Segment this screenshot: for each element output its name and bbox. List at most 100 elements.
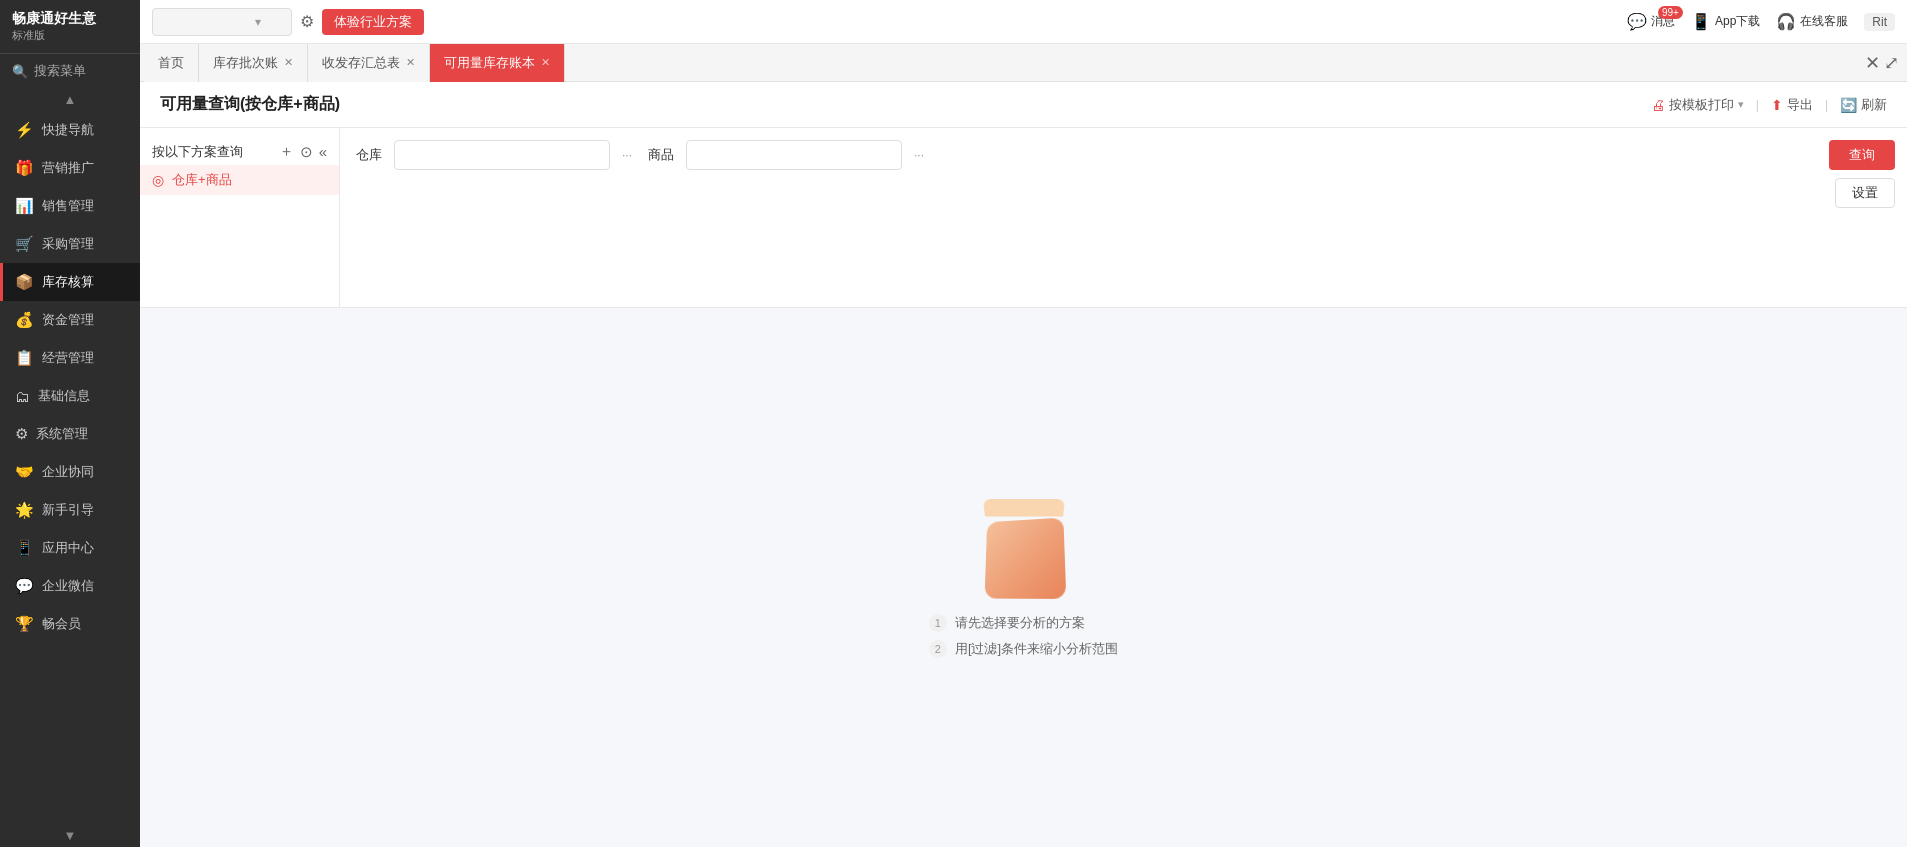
empty-tip-1-text: 请先选择要分析的方案 <box>955 614 1085 632</box>
sidebar-item-basic-info[interactable]: 🗂基础信息 <box>0 377 140 415</box>
user-menu[interactable]: Rit <box>1864 13 1895 31</box>
tab-collect-summary[interactable]: 收发存汇总表 ✕ <box>308 44 430 82</box>
wechat-icon: 💬 <box>15 577 34 595</box>
tab-label: 库存批次账 <box>213 54 278 72</box>
sidebar-item-system[interactable]: ⚙系统管理 <box>0 415 140 453</box>
sidebar-item-finance[interactable]: 💰资金管理 <box>0 301 140 339</box>
empty-illustration <box>974 498 1074 598</box>
sidebar-logo: 畅康通好生意 标准版 <box>0 0 140 54</box>
maximize-btn[interactable]: ⤢ <box>1884 52 1899 74</box>
tabs-bar: 首页库存批次账✕收发存汇总表✕可用量库存账本✕ ✕ ⤢ <box>140 44 1907 82</box>
app-download-label: App下载 <box>1715 13 1760 30</box>
sidebar-item-inventory[interactable]: 📦库存核算 <box>0 263 140 301</box>
sidebar-item-sales[interactable]: 📊 销售管理 <box>0 187 140 225</box>
tab-close-btn[interactable]: ✕ <box>406 56 415 69</box>
nav-item-label: 销售管理 <box>42 197 94 215</box>
basic-info-icon: 🗂 <box>15 388 30 405</box>
page-title: 可用量查询(按仓库+商品) <box>160 94 340 115</box>
query-settings-button[interactable]: 设置 <box>1835 178 1895 208</box>
scheme-icon: ◎ <box>152 172 164 188</box>
scheme-item-label: 仓库+商品 <box>172 171 232 189</box>
tab-home[interactable]: 首页 <box>144 44 199 82</box>
close-all-tabs-btn[interactable]: ✕ <box>1865 52 1880 74</box>
sidebar-scroll-up[interactable]: ▲ <box>0 88 140 111</box>
nav-item-label: 采购管理 <box>42 235 94 253</box>
sidebar-item-app-center[interactable]: 📱应用中心 <box>0 529 140 567</box>
query-btn-area: 查询 设置 <box>1817 128 1907 307</box>
topbar-search-wrap[interactable]: ▾ <box>152 8 292 36</box>
tab-batch-account[interactable]: 库存批次账 ✕ <box>199 44 308 82</box>
content-area: 可用量查询(按仓库+商品) 🖨 按模板打印 ▾ | ⬆ 导出 | 🔄 刷新 <box>140 82 1907 847</box>
messages-btn[interactable]: 💬 消息 99+ <box>1627 12 1675 31</box>
refresh-btn[interactable]: 🔄 刷新 <box>1840 96 1887 114</box>
sidebar-item-guide[interactable]: 🌟新手引导 <box>0 491 140 529</box>
nav-item-label: 库存核算 <box>42 273 94 291</box>
empty-tip-2: 2 用[过滤]条件来缩小分析范围 <box>929 640 1118 658</box>
tab-close-btn[interactable]: ✕ <box>284 56 293 69</box>
search-icon: 🔍 <box>12 64 28 79</box>
topbar-settings-btn[interactable]: ⚙ <box>300 12 314 31</box>
empty-state: 1 请先选择要分析的方案 2 用[过滤]条件来缩小分析范围 <box>140 308 1907 847</box>
tab-label: 首页 <box>158 54 184 72</box>
topbar-dropdown-btn[interactable]: ▾ <box>255 15 261 29</box>
print-dropdown-icon[interactable]: ▾ <box>1738 98 1744 111</box>
filter-goods-label: 商品 <box>648 146 678 164</box>
customer-service-btn[interactable]: 🎧 在线客服 <box>1776 12 1848 31</box>
tab-close-btn[interactable]: ✕ <box>541 56 550 69</box>
sidebar-item-enterprise[interactable]: 🤝企业协同 <box>0 453 140 491</box>
filter-warehouse-label: 仓库 <box>356 146 386 164</box>
page-header: 可用量查询(按仓库+商品) 🖨 按模板打印 ▾ | ⬆ 导出 | 🔄 刷新 <box>140 82 1907 128</box>
customer-service-icon: 🎧 <box>1776 12 1796 31</box>
nav-item-label: 畅会员 <box>42 615 81 633</box>
sidebar-search[interactable]: 🔍 搜索菜单 <box>0 54 140 88</box>
filter-goods-input[interactable] <box>686 140 902 170</box>
sidebar-item-purchase[interactable]: 🛒 采购管理 <box>0 225 140 263</box>
message-icon: 💬 <box>1627 12 1647 31</box>
member-icon: 🏆 <box>15 615 34 633</box>
sales-icon: 📊 <box>15 197 34 215</box>
messages-badge: 99+ <box>1658 6 1683 19</box>
topbar-right: 💬 消息 99+ 📱 App下载 🎧 在线客服 Rit <box>1627 12 1895 31</box>
tab-label: 收发存汇总表 <box>322 54 400 72</box>
app-download-btn[interactable]: 📱 App下载 <box>1691 12 1760 31</box>
collapse-scheme-btn[interactable]: « <box>319 143 327 160</box>
filter-warehouse-input[interactable] <box>394 140 610 170</box>
sidebar-item-wechat[interactable]: 💬 企业微信 <box>0 567 140 605</box>
query-schemes-panel: 按以下方案查询 ＋ ⊙ « ◎ 仓库+商品 <box>140 128 340 307</box>
empty-tip-2-text: 用[过滤]条件来缩小分析范围 <box>955 640 1118 658</box>
nav-item-label: 企业协同 <box>42 463 94 481</box>
page-actions: 🖨 按模板打印 ▾ | ⬆ 导出 | 🔄 刷新 <box>1651 96 1887 114</box>
app-version: 标准版 <box>12 28 128 43</box>
query-button[interactable]: 查询 <box>1829 140 1895 170</box>
filter-goods-more[interactable]: ··· <box>910 148 928 162</box>
sidebar-scroll-down[interactable]: ▼ <box>0 824 140 847</box>
print-btn[interactable]: 🖨 按模板打印 ▾ <box>1651 96 1744 114</box>
tab-available-qty[interactable]: 可用量库存账本✕ <box>430 44 565 82</box>
nav-item-label: 系统管理 <box>36 425 88 443</box>
add-scheme-btn[interactable]: ＋ <box>279 142 294 161</box>
purchase-icon: 🛒 <box>15 235 34 253</box>
operations-icon: 📋 <box>15 349 34 367</box>
guide-icon: 🌟 <box>15 501 34 519</box>
sidebar-nav: ⚡快捷导航🎁营销推广 📊 销售管理 🛒 采购管理 📦库存核算💰资金管理📋经营管理🗂基础信息… <box>0 111 140 824</box>
empty-texts: 1 请先选择要分析的方案 2 用[过滤]条件来缩小分析范围 <box>929 614 1118 658</box>
sidebar-item-marketing[interactable]: 🎁营销推广 <box>0 149 140 187</box>
export-btn[interactable]: ⬆ 导出 <box>1771 96 1813 114</box>
trial-btn[interactable]: 体验行业方案 <box>322 9 424 35</box>
sidebar-item-operations[interactable]: 📋经营管理 <box>0 339 140 377</box>
sidebar-item-member[interactable]: 🏆 畅会员 <box>0 605 140 643</box>
user-label: Rit <box>1872 15 1887 29</box>
manage-scheme-btn[interactable]: ⊙ <box>300 143 313 161</box>
empty-box-top <box>982 499 1064 516</box>
main-area: ▾ ⚙ 体验行业方案 💬 消息 99+ 📱 App下载 🎧 在线客服 Rit <box>140 0 1907 847</box>
topbar: ▾ ⚙ 体验行业方案 💬 消息 99+ 📱 App下载 🎧 在线客服 Rit <box>140 0 1907 44</box>
filter-warehouse-more[interactable]: ··· <box>618 148 636 162</box>
sidebar-item-quick-nav[interactable]: ⚡快捷导航 <box>0 111 140 149</box>
scheme-item-warehouse-goods[interactable]: ◎ 仓库+商品 <box>140 165 339 195</box>
nav-item-label: 企业微信 <box>42 577 94 595</box>
print-label: 按模板打印 <box>1669 96 1734 114</box>
filter-warehouse-group: 仓库 ··· <box>356 140 636 170</box>
empty-box <box>984 517 1066 599</box>
nav-item-label: 资金管理 <box>42 311 94 329</box>
topbar-search-input[interactable] <box>161 15 251 29</box>
